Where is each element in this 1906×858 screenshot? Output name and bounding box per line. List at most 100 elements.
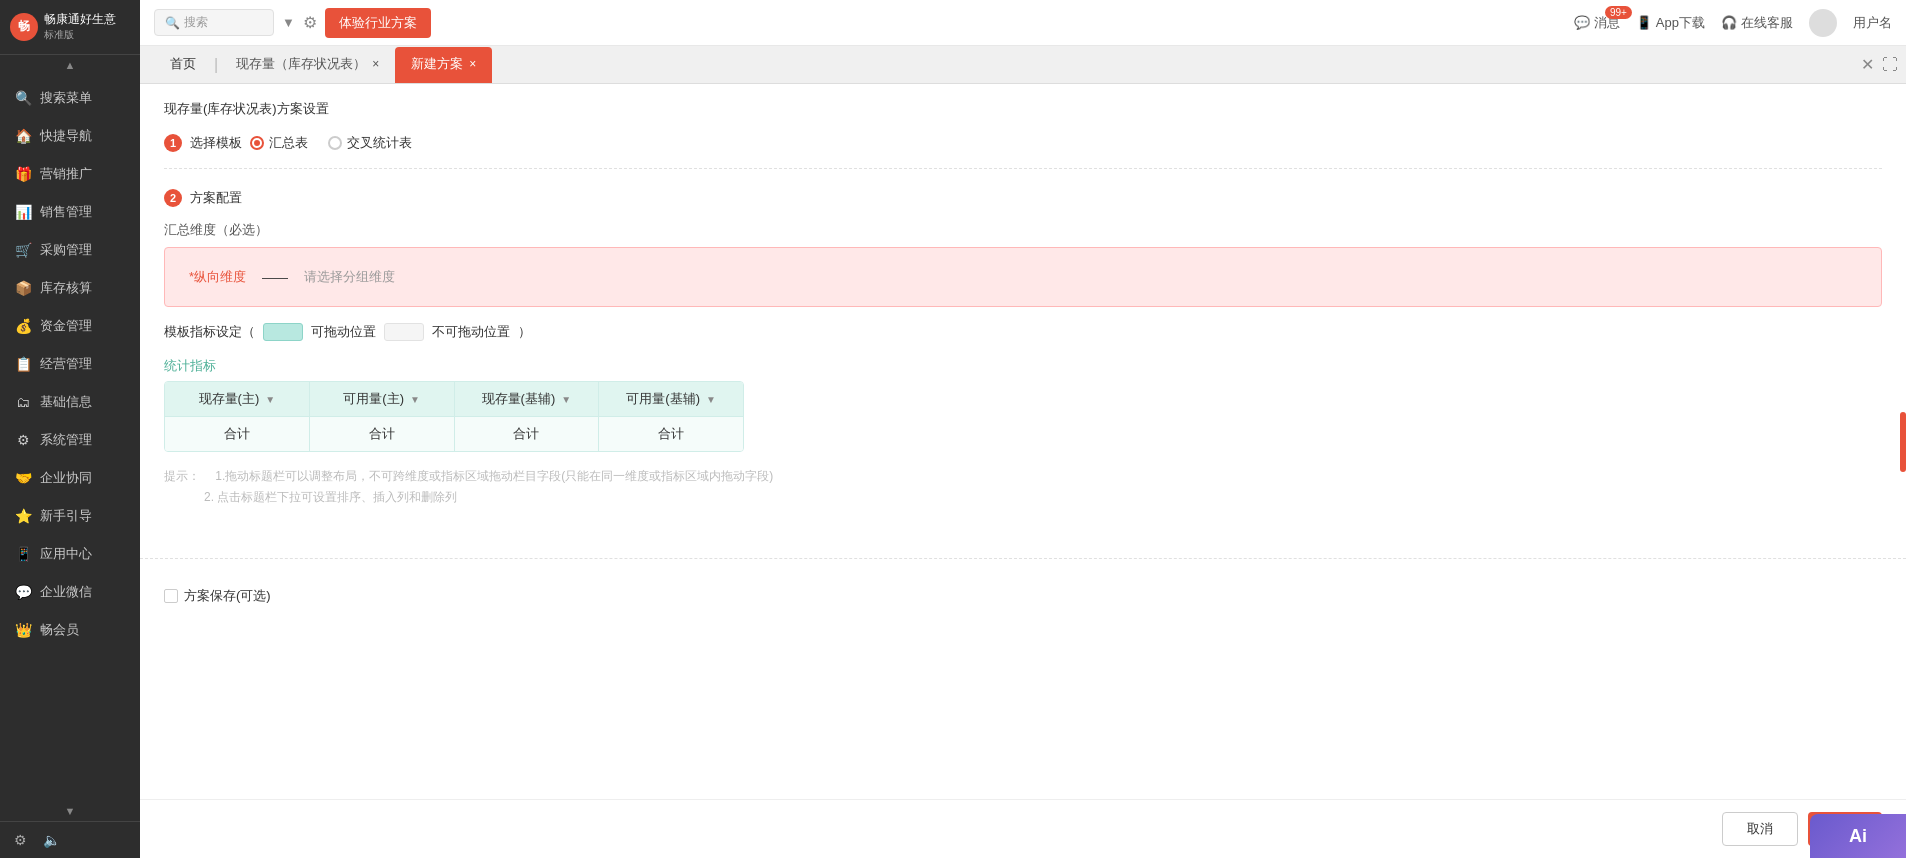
sidebar-item-system[interactable]: ⚙ 系统管理 [0, 421, 140, 459]
summary-dim-label: 汇总维度（必选） [164, 221, 1882, 239]
spacer [164, 307, 1882, 323]
volume-icon[interactable]: 🔈 [43, 832, 60, 848]
tip-line-2: 2. 点击标题栏下拉可设置排序、插入列和删除列 [164, 489, 1882, 506]
clipboard-icon: 📋 [14, 356, 32, 372]
save-option-section: 方案保存(可选) [140, 575, 1906, 617]
dim-separator: —— [262, 270, 288, 285]
topbar-left: 🔍 搜索 ▼ ⚙ 体验行业方案 [154, 8, 1564, 38]
dim-field-label: *纵向维度 [189, 268, 246, 286]
topbar-right: 💬 消息 99+ 📱 App下载 🎧 在线客服 用户名 [1574, 9, 1892, 37]
trial-btn[interactable]: 体验行业方案 [325, 8, 431, 38]
settings-icon[interactable]: ⚙ [14, 832, 27, 848]
tip-text-1: 1.拖动标题栏可以调整布局，不可跨维度或指标区域拖动栏目字段(只能在同一维度或指… [215, 469, 773, 483]
sidebar-item-member[interactable]: 👑 畅会员 [0, 611, 140, 649]
tab-close-icon[interactable]: × [372, 57, 379, 71]
tip-title: 提示： [164, 469, 212, 483]
tab-home[interactable]: 首页 [154, 47, 212, 83]
tips-section: 提示： 1.拖动标题栏可以调整布局，不可跨维度或指标区域拖动栏目字段(只能在同一… [164, 468, 1882, 506]
close-panel-icon[interactable]: ✕ [1861, 55, 1874, 74]
sidebar-item-finance[interactable]: 💰 资金管理 [0, 307, 140, 345]
cancel-button[interactable]: 取消 [1722, 812, 1798, 846]
radio-summary[interactable]: 汇总表 [250, 134, 308, 152]
stats-section: 统计指标 现存量(主) ▼ 可用量(主) ▼ [164, 357, 1882, 452]
app-download-btn[interactable]: 📱 App下载 [1636, 14, 1705, 32]
section-config: 2 方案配置 汇总维度（必选） *纵向维度 —— 请选择分组维度 模板指标设定（… [164, 189, 1882, 506]
tab-close-icon[interactable]: × [469, 57, 476, 71]
phone-icon: 📱 [1636, 15, 1652, 30]
sidebar-item-inventory[interactable]: 📦 库存核算 [0, 269, 140, 307]
sidebar-item-sales[interactable]: 📊 销售管理 [0, 193, 140, 231]
stats-body-row: 合计 合计 合计 合计 [165, 417, 743, 451]
stats-body-cell-2: 合计 [455, 417, 600, 451]
dropdown-chevron-3[interactable]: ▼ [706, 394, 716, 405]
topbar-gear-icon[interactable]: ⚙ [303, 13, 317, 32]
username-label: 用户名 [1853, 14, 1892, 32]
dim-placeholder: 请选择分组维度 [304, 268, 395, 286]
ai-badge[interactable]: Ai [1810, 814, 1906, 858]
sidebar-scroll-up[interactable]: ▲ [0, 55, 140, 75]
stats-body-cell-1: 合计 [310, 417, 455, 451]
sidebar-item-nav[interactable]: 🏠 快捷导航 [0, 117, 140, 155]
tabbar: 首页 | 现存量（库存状况表） × 新建方案 × ✕ ⛶ [140, 46, 1906, 84]
dropdown-chevron-2[interactable]: ▼ [561, 394, 571, 405]
tab-new-plan[interactable]: 新建方案 × [395, 47, 492, 83]
chat-icon: 💬 [14, 584, 32, 600]
radio-cross[interactable]: 交叉统计表 [328, 134, 412, 152]
sidebar-item-search[interactable]: 🔍 搜索菜单 [0, 79, 140, 117]
app-download-label: App下载 [1656, 14, 1705, 32]
message-icon: 💬 [1574, 15, 1590, 30]
sidebar-item-label: 基础信息 [40, 393, 92, 411]
sidebar-item-label: 畅会员 [40, 621, 79, 639]
section2-num: 2 [164, 189, 182, 207]
save-checkbox[interactable]: 方案保存(可选) [164, 587, 271, 605]
topbar-search-box[interactable]: 🔍 搜索 [154, 9, 274, 36]
app-logo: 畅 畅康通好生意 标准版 [0, 0, 140, 55]
sidebar-scroll-down[interactable]: ▼ [0, 801, 140, 821]
radio-cross-label: 交叉统计表 [347, 134, 412, 152]
sidebar-item-apps[interactable]: 📱 应用中心 [0, 535, 140, 573]
not-draggable-indicator [384, 323, 424, 341]
bottom-divider [140, 558, 1906, 559]
sidebar-item-label: 搜索菜单 [40, 89, 92, 107]
crown-icon: 👑 [14, 622, 32, 638]
gear-icon: ⚙ [14, 432, 32, 448]
content-area: 现存量(库存状况表)方案设置 1 选择模板 汇总表 交叉统计表 [140, 84, 1906, 799]
header-label-0: 现存量(主) [199, 390, 260, 408]
expand-panel-icon[interactable]: ⛶ [1882, 56, 1898, 74]
topbar-dropdown-icon[interactable]: ▼ [282, 15, 295, 30]
home-icon: 🏠 [14, 128, 32, 144]
stats-body-cell-0: 合计 [165, 417, 310, 451]
sidebar-item-purchase[interactable]: 🛒 采购管理 [0, 231, 140, 269]
sidebar-item-guide[interactable]: ⭐ 新手引导 [0, 497, 140, 535]
message-btn[interactable]: 💬 消息 99+ [1574, 14, 1620, 32]
section1-header: 1 选择模板 汇总表 交叉统计表 [164, 134, 1882, 152]
service-btn[interactable]: 🎧 在线客服 [1721, 14, 1793, 32]
header-label-3: 可用量(基辅) [626, 390, 700, 408]
settings-panel: 现存量(库存状况表)方案设置 1 选择模板 汇总表 交叉统计表 [140, 84, 1906, 542]
sidebar: 畅 畅康通好生意 标准版 ▲ 🔍 搜索菜单 🏠 快捷导航 🎁 营销推广 📊 销售… [0, 0, 140, 858]
search-placeholder: 搜索 [184, 14, 208, 31]
template-radio-group: 汇总表 交叉统计表 [250, 134, 412, 152]
sidebar-item-basic[interactable]: 🗂 基础信息 [0, 383, 140, 421]
headset-icon: 🎧 [1721, 15, 1737, 30]
search-icon: 🔍 [14, 90, 32, 106]
dropdown-chevron-0[interactable]: ▼ [265, 394, 275, 405]
sidebar-item-ops[interactable]: 📋 经营管理 [0, 345, 140, 383]
indicator-label-text: 模板指标设定（ [164, 323, 255, 341]
user-avatar [1809, 9, 1837, 37]
stats-table: 现存量(主) ▼ 可用量(主) ▼ 现存量(基辅) ▼ [164, 381, 744, 452]
sidebar-item-corp[interactable]: 🤝 企业协同 [0, 459, 140, 497]
header-label-1: 可用量(主) [343, 390, 404, 408]
sidebar-item-marketing[interactable]: 🎁 营销推广 [0, 155, 140, 193]
dropdown-chevron-1[interactable]: ▼ [410, 394, 420, 405]
save-checkbox-box[interactable] [164, 589, 178, 603]
tab-inventory-status[interactable]: 现存量（库存状况表） × [220, 47, 395, 83]
sidebar-item-label: 资金管理 [40, 317, 92, 335]
indicator-row: 模板指标设定（ 可拖动位置 不可拖动位置 ） [164, 323, 1882, 341]
radio-dot-summary [250, 136, 264, 150]
right-scroll-handle [1900, 412, 1906, 472]
sidebar-nav: 🔍 搜索菜单 🏠 快捷导航 🎁 营销推广 📊 销售管理 🛒 采购管理 📦 库存核… [0, 75, 140, 801]
gift-icon: 🎁 [14, 166, 32, 182]
sidebar-item-wechat[interactable]: 💬 企业微信 [0, 573, 140, 611]
sidebar-item-label: 应用中心 [40, 545, 92, 563]
